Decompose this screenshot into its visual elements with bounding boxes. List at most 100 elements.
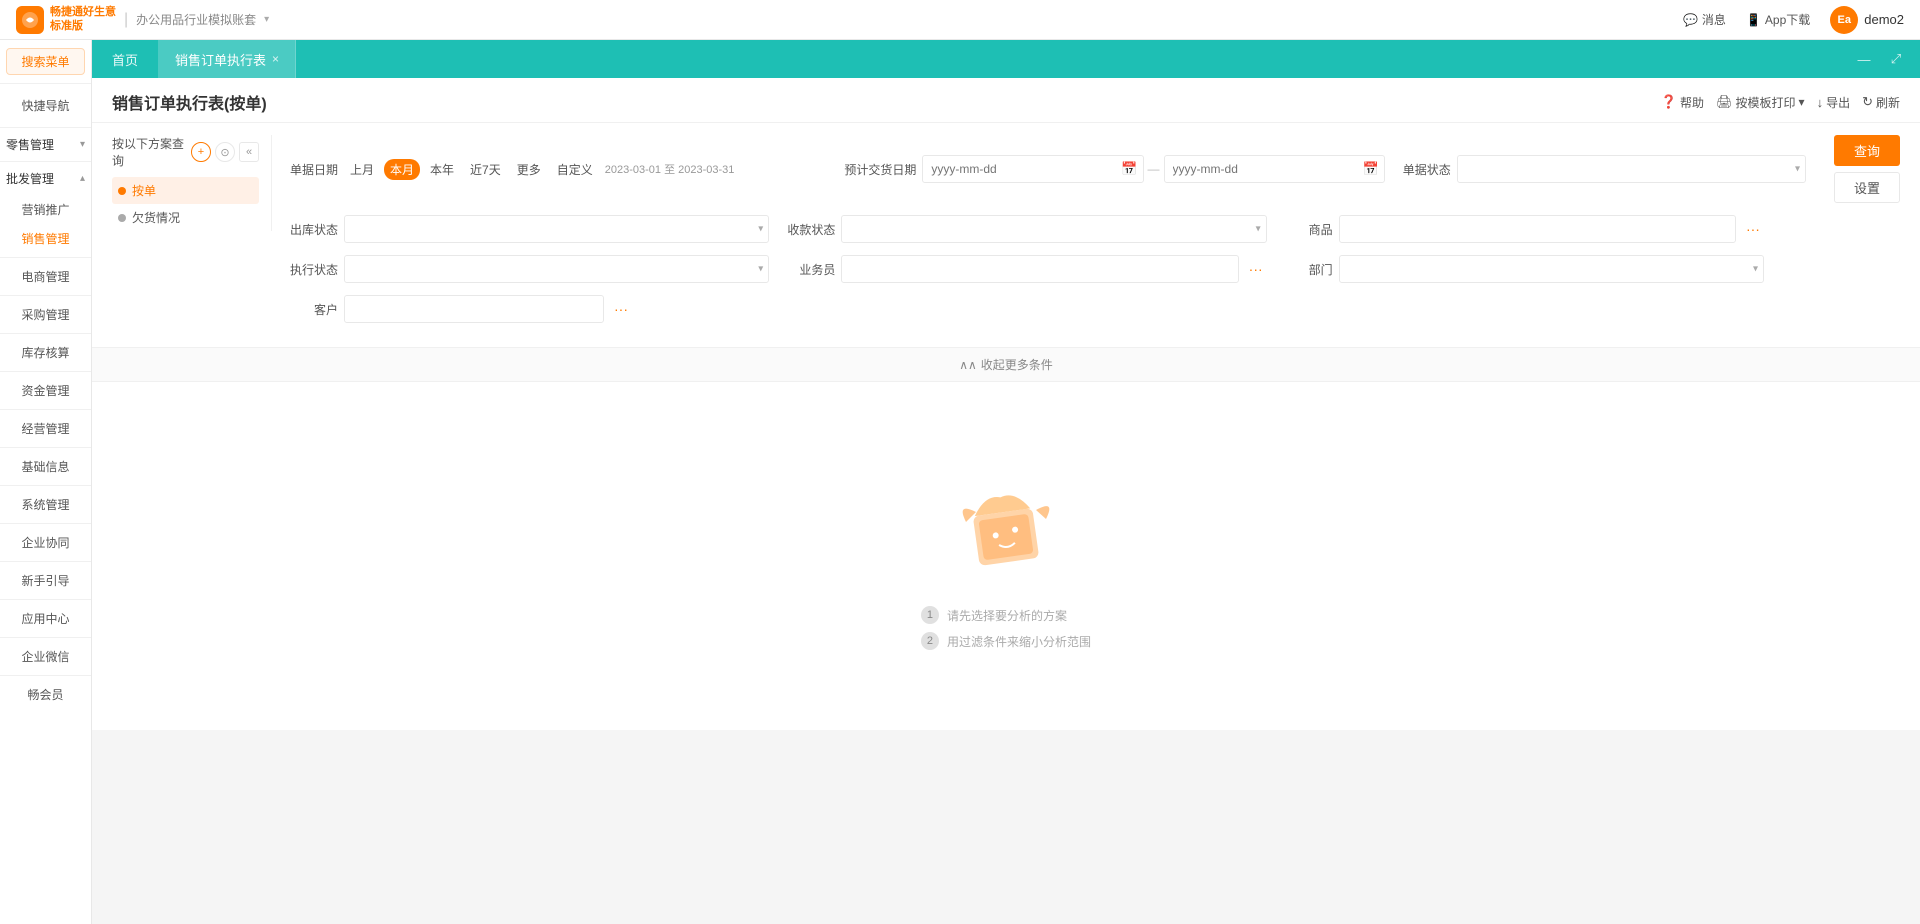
filter-row-4: 客户 ··· [288,295,1900,323]
goods-input[interactable] [1339,215,1736,243]
tab-home[interactable]: 首页 [92,40,159,78]
filter-item-by-order[interactable]: 按单 [112,177,259,204]
sidebar-group-wholesale: 批发管理 ▴ 营销推广 销售管理 [0,162,91,258]
sidebar-item-quick-nav[interactable]: 快捷导航 [0,90,91,121]
refresh-button[interactable]: ↻ 刷新 [1862,94,1900,111]
sidebar-item-purchase[interactable]: 采购管理 [0,296,91,334]
empty-tip-1: 1 请先选择要分析的方案 [921,606,1091,624]
sidebar-group-retail-header[interactable]: 零售管理 ▾ [0,128,91,161]
goods-label: 商品 [1283,221,1333,238]
sidebar-group-wholesale-header[interactable]: 批发管理 ▴ [0,162,91,195]
filter-collapse-button[interactable]: « [239,142,259,162]
sidebar-item-ecommerce[interactable]: 电商管理 [0,258,91,296]
sidebar-item-newbie[interactable]: 新手引导 [0,562,91,600]
exec-status-select-wrap: ▾ [344,255,769,283]
app-download-button[interactable]: 📱 App下载 [1746,11,1810,28]
date-tab-more[interactable]: 更多 [511,159,547,180]
empty-state: 1 请先选择要分析的方案 2 用过滤条件来缩小分析范围 [92,382,1920,730]
sidebar-item-enterprise-wechat[interactable]: 企业微信 [0,638,91,676]
date-separator: — [1148,162,1160,176]
tab-collapse-button[interactable]: — [1852,47,1876,71]
doc-status-select[interactable] [1457,155,1806,183]
customer-more-button[interactable]: ··· [610,301,632,317]
tab-close-button[interactable]: × [272,52,279,66]
sidebar-nav: 快捷导航 [0,84,91,128]
sidebar-item-app-center[interactable]: 应用中心 [0,600,91,638]
page-header-actions: ❓ 帮助 🖨 按模板打印 ▾ ↓ 导出 ↻ [1661,94,1900,111]
department-select[interactable] [1339,255,1764,283]
sidebar-item-sales[interactable]: 销售管理 [0,224,91,253]
filter-field-department: 部门 ▾ [1283,255,1764,283]
settings-button[interactable]: 设置 [1834,172,1900,203]
date-tab-this-year[interactable]: 本年 [424,159,460,180]
filter-field-receipt-status: 收款状态 ▾ [785,215,1266,243]
export-button[interactable]: ↓ 导出 [1817,94,1851,111]
date-tab-7days[interactable]: 近7天 [464,159,507,180]
filter-area: 按以下方案查询 + ⊙ « 按单 [92,123,1920,348]
tab-expand-button[interactable]: ⤢ [1884,47,1908,71]
filter-sidebar: 按以下方案查询 + ⊙ « 按单 [112,135,272,231]
sidebar-group-wholesale-label: 批发管理 [6,170,54,187]
content-area: 首页 销售订单执行表 × — ⤢ 销售订单执行表(按单) [92,40,1920,924]
filter-sidebar-icons: + ⊙ « [191,142,259,162]
empty-tips: 1 请先选择要分析的方案 2 用过滤条件来缩小分析范围 [921,606,1091,650]
user-name: demo2 [1864,12,1904,27]
print-button[interactable]: 🖨 按模板打印 ▾ [1716,94,1805,111]
filter-form: 单据日期 上月 本月 本年 近7天 更多 自定义 [288,135,1900,335]
sidebar-item-operations[interactable]: 经营管理 [0,410,91,448]
sidebar-item-basic-info[interactable]: 基础信息 [0,448,91,486]
expected-date-range: 📅 — 📅 [922,155,1384,183]
receipt-status-select[interactable] [841,215,1266,243]
page-content: 销售订单执行表(按单) ❓ 帮助 🖨 按模板打印 ▾ ↓ [92,78,1920,924]
filter-item-shortage[interactable]: 欠货情况 [112,204,259,231]
salesperson-more-button[interactable]: ··· [1245,261,1267,277]
logo-text: 畅捷通好生意 标准版 [50,6,116,32]
avatar: Ea [1830,6,1858,34]
collapse-bar[interactable]: ∧∧ 收起更多条件 [92,348,1920,382]
header-right: 💬 消息 📱 App下载 Ea demo2 [1683,6,1904,34]
tab-active-sales-exec[interactable]: 销售订单执行表 × [159,40,296,78]
filter-row-1: 单据日期 上月 本月 本年 近7天 更多 自定义 [288,135,1900,203]
date-tab-custom[interactable]: 自定义 [551,159,599,180]
exec-status-label: 执行状态 [288,261,338,278]
filter-field-exec-status: 执行状态 ▾ [288,255,769,283]
sidebar-item-system[interactable]: 系统管理 [0,486,91,524]
out-status-select[interactable] [344,215,769,243]
filter-field-expected-date: 预计交货日期 📅 — [844,155,1384,183]
sidebar-item-marketing[interactable]: 营销推广 [0,195,91,224]
expected-date-end-input[interactable] [1164,155,1385,183]
salesperson-input[interactable] [841,255,1238,283]
date-tab-last-month[interactable]: 上月 [344,159,380,180]
message-button[interactable]: 💬 消息 [1683,11,1726,28]
filter-row-3: 执行状态 ▾ 业务员 ··· [288,255,1900,283]
exec-status-select[interactable] [344,255,769,283]
help-button[interactable]: ❓ 帮助 [1661,94,1704,111]
customer-input[interactable] [344,295,604,323]
refresh-icon: ↻ [1862,94,1873,110]
expected-date-start-input[interactable] [922,155,1143,183]
print-icon: 🖨 [1716,94,1733,110]
filter-edit-button[interactable]: ⊙ [215,142,235,162]
main-layout: 搜索菜单 快捷导航 零售管理 ▾ 批发管理 ▴ 营销推广 销售管理 电商管理 采… [0,40,1920,924]
download-icon: 📱 [1746,13,1761,27]
filter-field-salesperson: 业务员 ··· [785,255,1266,283]
search-menu-button[interactable]: 搜索菜单 [6,48,85,75]
search-button[interactable]: 查询 [1834,135,1900,166]
expand-icon: ⤢ [1891,51,1901,67]
industry-arrow[interactable]: ▾ [264,14,269,25]
date-tab-this-month[interactable]: 本月 [384,159,420,180]
user-profile[interactable]: Ea demo2 [1830,6,1904,34]
logo-area[interactable]: 畅捷通好生意 标准版 [16,6,116,34]
goods-more-button[interactable]: ··· [1742,221,1764,237]
wholesale-arrow-icon: ▴ [80,173,85,184]
department-label: 部门 [1283,261,1333,278]
filter-add-button[interactable]: + [191,142,211,162]
page-header: 销售订单执行表(按单) ❓ 帮助 🖨 按模板打印 ▾ ↓ [92,78,1920,123]
sidebar-item-finance[interactable]: 资金管理 [0,372,91,410]
sidebar-item-member[interactable]: 畅会员 [0,676,91,713]
sidebar-item-inventory[interactable]: 库存核算 [0,334,91,372]
doc-status-label: 单据状态 [1401,161,1451,178]
sidebar-group-wholesale-items: 营销推广 销售管理 [0,195,91,257]
tab-bar: 首页 销售订单执行表 × — ⤢ [92,40,1920,78]
sidebar-item-enterprise-collab[interactable]: 企业协同 [0,524,91,562]
